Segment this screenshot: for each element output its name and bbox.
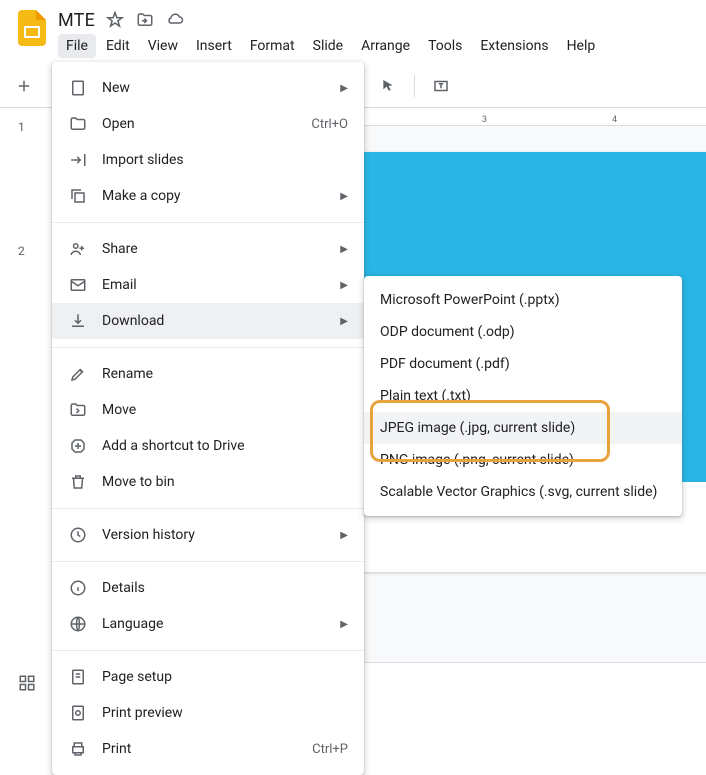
rename-icon [68,365,88,383]
menu-arrange[interactable]: Arrange [353,34,418,58]
apps-grid-icon[interactable] [18,674,36,692]
thumbnail-rail: 1 2 [0,108,54,700]
cloud-icon[interactable] [165,10,185,30]
download-pptx[interactable]: Microsoft PowerPoint (.pptx) [364,284,682,316]
print-icon [68,740,88,758]
menu-page-setup[interactable]: Page setup [52,659,364,695]
file-dropdown: New▶ OpenCtrl+O Import slides Make a cop… [52,62,364,775]
app-bar: MTE File Edit View Insert Format Slide A… [0,0,706,64]
arrow-icon: ▶ [340,316,348,327]
menu-open[interactable]: OpenCtrl+O [52,106,364,142]
cursor-tool-icon[interactable] [374,72,402,100]
doc-title[interactable]: MTE [58,10,95,31]
menu-download[interactable]: Download▶ [52,303,364,339]
arrow-icon: ▶ [340,530,348,541]
menu-details[interactable]: Details [52,570,364,606]
arrow-icon: ▶ [340,83,348,94]
move-icon [68,401,88,419]
menu-format[interactable]: Format [242,34,303,58]
arrow-icon: ▶ [340,619,348,630]
download-png[interactable]: PNG image (.png, current slide) [364,444,682,476]
file-icon [68,79,88,97]
copy-icon [68,187,88,205]
history-icon [68,526,88,544]
menu-help[interactable]: Help [559,34,604,58]
slides-logo[interactable] [12,8,52,48]
menu-move[interactable]: Move [52,392,364,428]
preview-icon [68,704,88,722]
trash-icon [68,473,88,491]
menu-bar: File Edit View Insert Format Slide Arran… [58,34,603,58]
menu-rename[interactable]: Rename [52,356,364,392]
import-icon [68,151,88,169]
download-pdf[interactable]: PDF document (.pdf) [364,348,682,380]
menu-import[interactable]: Import slides [52,142,364,178]
menu-view[interactable]: View [140,34,186,58]
menu-insert[interactable]: Insert [188,34,240,58]
menu-preview[interactable]: Print preview [52,695,364,731]
new-slide-button[interactable] [10,72,38,100]
folder-icon [68,115,88,133]
page-icon [68,668,88,686]
shortcut-icon [68,437,88,455]
arrow-icon: ▶ [340,280,348,291]
menu-share[interactable]: Share▶ [52,231,364,267]
textbox-tool-icon[interactable] [427,72,455,100]
menu-new[interactable]: New▶ [52,70,364,106]
menu-shortcut[interactable]: Add a shortcut to Drive [52,428,364,464]
star-icon[interactable] [105,10,125,30]
menu-email[interactable]: Email▶ [52,267,364,303]
move-folder-icon[interactable] [135,10,155,30]
arrow-icon: ▶ [340,244,348,255]
download-submenu: Microsoft PowerPoint (.pptx) ODP documen… [364,276,682,516]
menu-file[interactable]: File [58,34,96,58]
download-txt[interactable]: Plain text (.txt) [364,380,682,412]
arrow-icon: ▶ [340,191,348,202]
share-icon [68,240,88,258]
download-jpg[interactable]: JPEG image (.jpg, current slide) [364,412,682,444]
download-icon [68,312,88,330]
download-odp[interactable]: ODP document (.odp) [364,316,682,348]
menu-extensions[interactable]: Extensions [472,34,556,58]
menu-slide[interactable]: Slide [305,34,351,58]
download-svg[interactable]: Scalable Vector Graphics (.svg, current … [364,476,682,508]
email-icon [68,276,88,294]
menu-tools[interactable]: Tools [420,34,470,58]
globe-icon [68,615,88,633]
thumb-2[interactable]: 2 [18,244,54,258]
menu-version[interactable]: Version history▶ [52,517,364,553]
menu-edit[interactable]: Edit [98,34,138,58]
menu-copy[interactable]: Make a copy▶ [52,178,364,214]
menu-language[interactable]: Language▶ [52,606,364,642]
menu-bin[interactable]: Move to bin [52,464,364,500]
info-icon [68,579,88,597]
thumb-1[interactable]: 1 [18,120,54,134]
menu-print[interactable]: PrintCtrl+P [52,731,364,767]
